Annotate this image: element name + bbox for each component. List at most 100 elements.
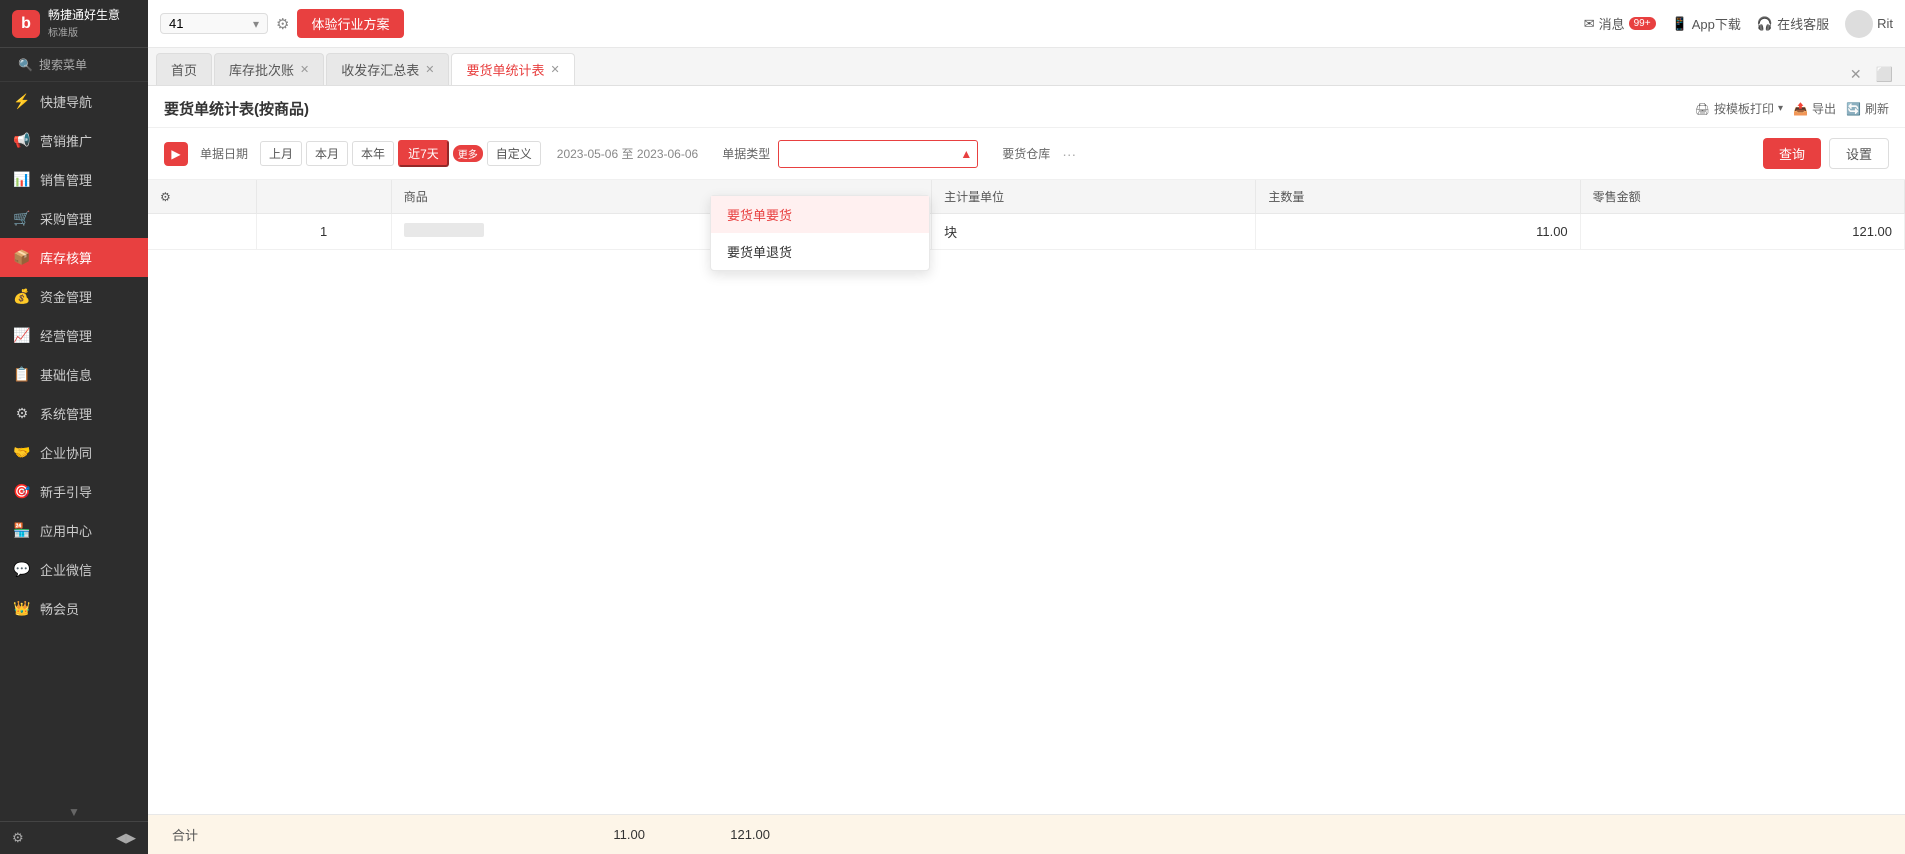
main-area: ▾ ⚙ 体验行业方案 ✉ 消息 99+ 📱 App下载 🎧 在线客服 Rit <box>148 0 1905 854</box>
finance-icon: 💰 <box>12 288 32 305</box>
date-last-7-days[interactable]: 近7天 <box>398 140 449 167</box>
logo-icon: b <box>12 10 40 38</box>
sidebar-footer: ⚙ ◀▶ <box>0 821 148 854</box>
messages-badge: 99+ <box>1629 17 1656 30</box>
sidebar-item-newbie[interactable]: 🎯 新手引导 <box>0 472 148 511</box>
filter-warehouse-wrap: 要货仓库 ··· <box>1002 145 1076 162</box>
refresh-button[interactable]: 🔄 刷新 <box>1846 100 1889 117</box>
type-input[interactable] <box>778 140 978 168</box>
inventory-label: 库存核算 <box>40 248 92 267</box>
basic-label: 基础信息 <box>40 365 92 384</box>
topbar-input[interactable] <box>169 16 249 31</box>
sidebar-item-sales[interactable]: 📊 销售管理 <box>0 160 148 199</box>
sidebar-item-quick-nav[interactable]: ⚡ 快捷导航 <box>0 82 148 121</box>
filter-type-input-wrap: ▲ <box>778 140 978 168</box>
date-this-month[interactable]: 本月 <box>306 141 348 166</box>
footer-qty: 11.00 <box>525 827 645 842</box>
tab-order-stats-close[interactable]: ✕ <box>551 63 560 76</box>
user-avatar <box>1845 10 1873 38</box>
topbar-left: ▾ ⚙ 体验行业方案 <box>160 9 404 38</box>
table-area: ⚙ 商品 主计量单位 主数量 零售金额 1 <box>148 180 1905 814</box>
tab-order-stats-label: 要货单统计表 <box>466 60 544 79</box>
app-download-icon: 📱 <box>1672 16 1688 32</box>
marketing-label: 营销推广 <box>40 131 92 150</box>
date-last-month[interactable]: 上月 <box>260 141 302 166</box>
date-label: 单据日期 <box>200 145 248 162</box>
print-dropdown-icon: ▾ <box>1778 103 1783 114</box>
row-unit: 块 <box>932 214 1256 250</box>
tab-inventory-batch[interactable]: 库存批次账 ✕ <box>214 53 324 85</box>
inventory-icon: 📦 <box>12 249 32 266</box>
operations-label: 经营管理 <box>40 326 92 345</box>
print-button[interactable]: 🖨 按模板打印 ▾ <box>1695 100 1783 117</box>
refresh-label: 刷新 <box>1865 100 1889 117</box>
headset-icon: 🎧 <box>1757 16 1773 32</box>
enterprise-icon: 🤝 <box>12 444 32 461</box>
sidebar-item-purchase[interactable]: 🛒 采购管理 <box>0 199 148 238</box>
sidebar-item-basic[interactable]: 📋 基础信息 <box>0 355 148 394</box>
sidebar-item-marketing[interactable]: 📢 营销推广 <box>0 121 148 160</box>
footer-label: 合计 <box>160 825 525 844</box>
warehouse-dots[interactable]: ··· <box>1062 146 1076 162</box>
search-menu[interactable]: 🔍 搜索菜单 <box>0 48 148 82</box>
try-industry-button[interactable]: 体验行业方案 <box>297 9 403 38</box>
filter-right: 查询 设置 <box>1763 138 1889 169</box>
col-header-amount: 零售金额 <box>1580 180 1904 214</box>
export-button[interactable]: 📤 导出 <box>1793 100 1836 117</box>
member-label: 畅会员 <box>40 599 79 618</box>
page-title: 要货单统计表(按商品) <box>164 98 309 119</box>
purchase-label: 采购管理 <box>40 209 92 228</box>
sidebar-item-enterprise[interactable]: 🤝 企业协同 <box>0 433 148 472</box>
tab-home[interactable]: 首页 <box>156 53 212 85</box>
tab-home-label: 首页 <box>171 60 197 79</box>
filter-expand-button[interactable]: ▶ <box>164 142 188 166</box>
sidebar-item-inventory[interactable]: 📦 库存核算 <box>0 238 148 277</box>
collapse-icon[interactable]: ◀▶ <box>116 830 136 846</box>
gear-icon[interactable]: ⚙ <box>160 190 171 204</box>
topbar-gear-icon[interactable]: ⚙ <box>276 15 289 33</box>
dropdown-item-request[interactable]: 要货单要货 <box>711 196 929 233</box>
filter-row: ▶ 单据日期 上月 本月 本年 近7天 更多 自定义 2023-05-06 至 … <box>148 128 1905 180</box>
window-maximize-button[interactable]: ⬜ <box>1872 64 1897 85</box>
sidebar-item-appstore[interactable]: 🏪 应用中心 <box>0 511 148 550</box>
setting-button[interactable]: 设置 <box>1829 138 1889 169</box>
sidebar-item-system[interactable]: ⚙ 系统管理 <box>0 394 148 433</box>
type-chevron-icon[interactable]: ▲ <box>960 147 972 161</box>
online-service-item[interactable]: 🎧 在线客服 <box>1757 14 1829 33</box>
tab-receivable-summary[interactable]: 收发存汇总表 ✕ <box>326 53 449 85</box>
app-name: 畅捷通好生意 <box>48 8 120 24</box>
sidebar-item-finance[interactable]: 💰 资金管理 <box>0 277 148 316</box>
date-custom[interactable]: 自定义 <box>487 141 541 166</box>
tab-inventory-batch-label: 库存批次账 <box>229 60 294 79</box>
date-this-year[interactable]: 本年 <box>352 141 394 166</box>
date-more-badge[interactable]: 更多 <box>453 145 483 162</box>
filter-date-range: 2023-05-06 至 2023-06-06 <box>557 145 698 162</box>
app-download-item[interactable]: 📱 App下载 <box>1672 14 1741 33</box>
topbar-dropdown-icon[interactable]: ▾ <box>253 17 259 31</box>
messages-item[interactable]: ✉ 消息 99+ <box>1584 14 1656 33</box>
sidebar-scroll-down[interactable]: ▼ <box>0 803 148 821</box>
operations-icon: 📈 <box>12 327 32 344</box>
basic-icon: 📋 <box>12 366 32 383</box>
tab-receivable-summary-close[interactable]: ✕ <box>425 63 434 76</box>
online-service-label: 在线客服 <box>1777 14 1829 33</box>
dropdown-item-return[interactable]: 要货单退货 <box>711 233 929 270</box>
sidebar-item-member[interactable]: 👑 畅会员 <box>0 589 148 628</box>
topbar: ▾ ⚙ 体验行业方案 ✉ 消息 99+ 📱 App下载 🎧 在线客服 Rit <box>148 0 1905 48</box>
topbar-right: ✉ 消息 99+ 📱 App下载 🎧 在线客服 Rit <box>1584 10 1893 38</box>
query-button[interactable]: 查询 <box>1763 138 1821 169</box>
warehouse-label: 要货仓库 <box>1002 145 1050 162</box>
tab-inventory-batch-close[interactable]: ✕ <box>300 63 309 76</box>
sidebar-item-operations[interactable]: 📈 经营管理 <box>0 316 148 355</box>
filter-type-wrap: 单据类型 ▲ <box>722 140 978 168</box>
filter-dates: 上月 本月 本年 近7天 更多 自定义 <box>260 140 541 167</box>
page-header: 要货单统计表(按商品) 🖨 按模板打印 ▾ 📤 导出 🔄 刷新 <box>148 86 1905 128</box>
sidebar-item-wechat[interactable]: 💬 企业微信 <box>0 550 148 589</box>
enterprise-label: 企业协同 <box>40 443 92 462</box>
window-close-button[interactable]: ✕ <box>1846 64 1866 85</box>
user-profile-item[interactable]: Rit <box>1845 10 1893 38</box>
tab-order-stats[interactable]: 要货单统计表 ✕ <box>451 53 574 85</box>
purchase-icon: 🛒 <box>12 210 32 227</box>
settings-icon[interactable]: ⚙ <box>12 830 24 846</box>
tab-bar: 首页 库存批次账 ✕ 收发存汇总表 ✕ 要货单统计表 ✕ ✕ ⬜ <box>148 48 1905 86</box>
